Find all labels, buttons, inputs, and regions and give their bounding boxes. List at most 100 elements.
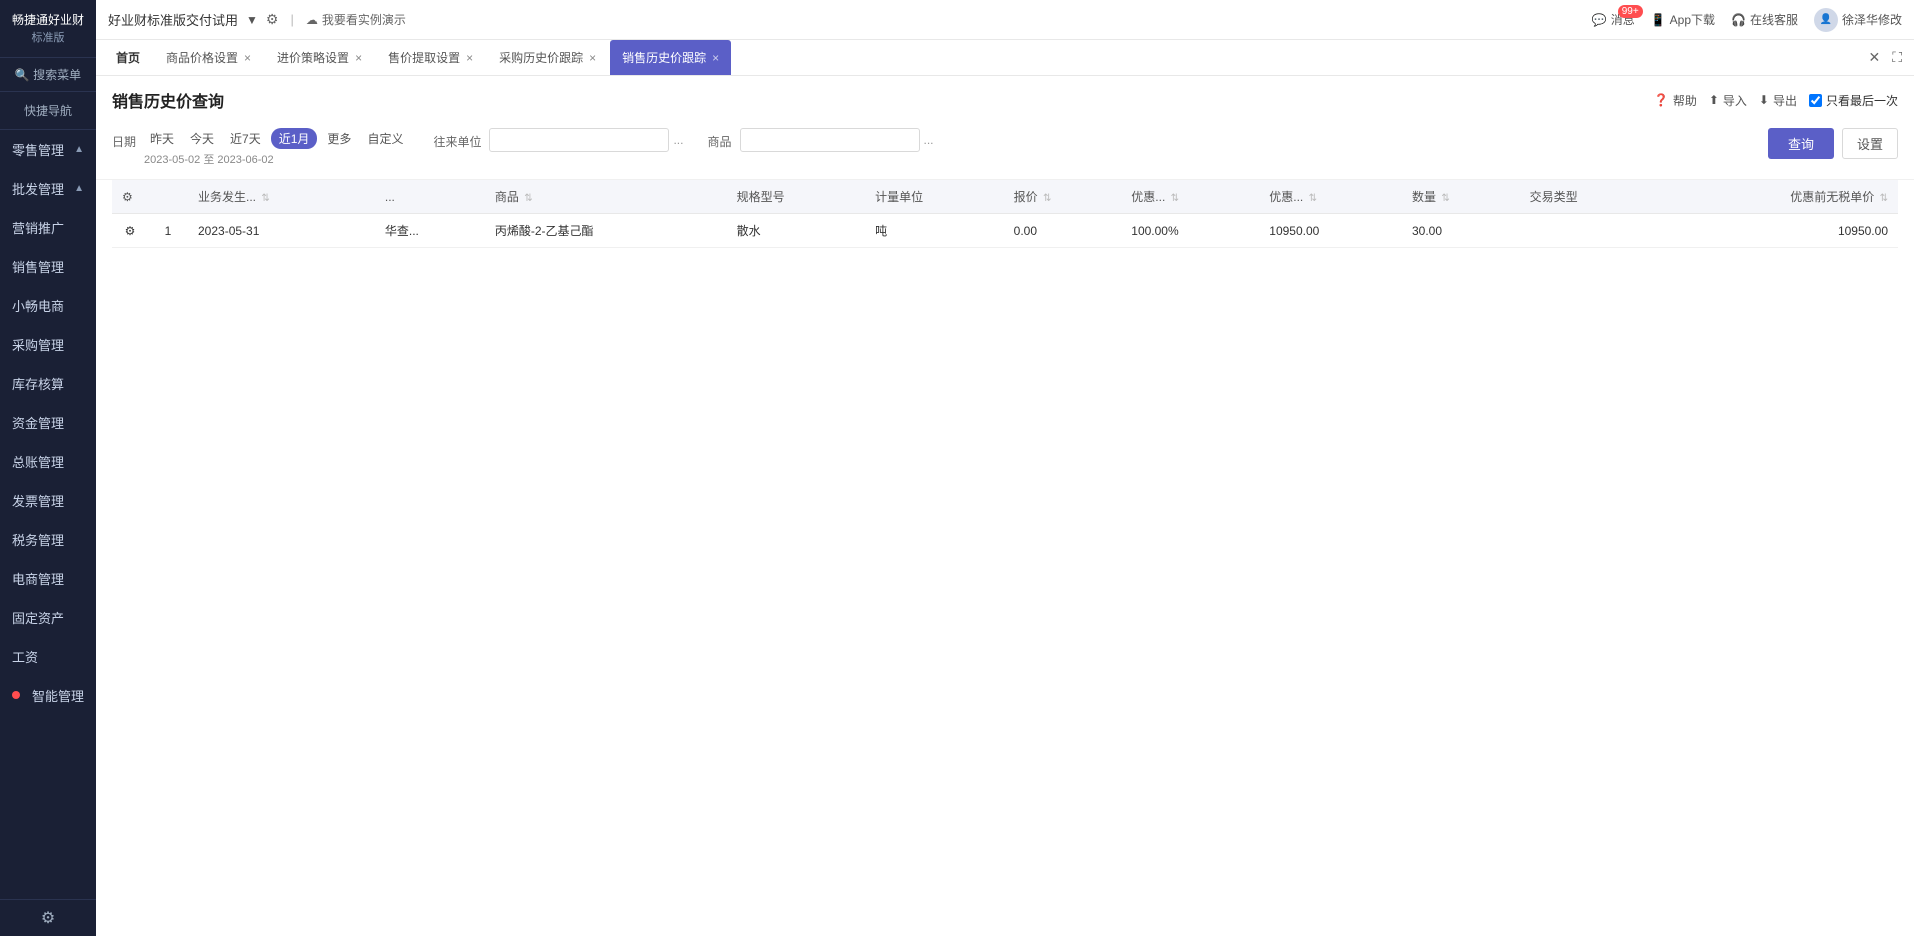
gear-icon[interactable]: ⚙ xyxy=(122,190,133,204)
sidebar-item-purchase[interactable]: 采购管理 xyxy=(0,325,96,364)
sort-icon: ⇅ xyxy=(261,193,269,204)
from-unit-more[interactable]: ... xyxy=(673,133,683,147)
sort-icon: ⇅ xyxy=(1309,193,1317,204)
row-index: 1 xyxy=(148,214,188,248)
table-container: ⚙ 业务发生... ⇅ ... 商品 ⇅ xyxy=(96,180,1914,248)
close-icon[interactable]: × xyxy=(355,51,362,65)
close-icon[interactable]: × xyxy=(466,51,473,65)
date-options: 昨天 今天 近7天 近1月 更多 自定义 2023-05-02 至 2023-0… xyxy=(144,128,409,167)
sidebar-item-tax[interactable]: 税务管理 xyxy=(0,520,96,559)
tab-sale-history[interactable]: 销售历史价跟踪 × xyxy=(610,40,731,76)
row-gear[interactable]: ⚙ xyxy=(112,214,148,248)
date-btn-yesterday[interactable]: 昨天 xyxy=(144,128,180,149)
message-action[interactable]: 💬 消息 99+ xyxy=(1592,11,1635,28)
close-icon[interactable]: × xyxy=(244,51,251,65)
col-price[interactable]: 报价 ⇅ xyxy=(1004,180,1122,214)
sidebar-search[interactable]: 🔍 搜索菜单 xyxy=(0,58,96,92)
sidebar-item-inventory[interactable]: 库存核算 xyxy=(0,364,96,403)
tabbar: 首页 商品价格设置 × 进价策略设置 × 售价提取设置 × 采购历史价跟踪 × … xyxy=(96,40,1914,76)
col-biz-date[interactable]: 业务发生... ⇅ xyxy=(188,180,375,214)
topbar-settings-icon[interactable]: ⚙ xyxy=(266,11,279,28)
app-download-label: App下载 xyxy=(1670,11,1715,28)
maximize-tab-btn[interactable]: ⛶ xyxy=(1888,45,1906,70)
row-trade-type xyxy=(1520,214,1659,248)
table-body: ⚙ 1 2023-05-31 华查... 丙烯酸-2-乙基己酯 散水 吨 0.0… xyxy=(112,214,1898,248)
page-actions: ❓ 帮助 ⬆ 导入 ⬇ 导出 只看最后一次 xyxy=(1654,92,1898,109)
col-pretax-price[interactable]: 优惠前无税单价 ⇅ xyxy=(1658,180,1898,214)
goods-label: 商品 xyxy=(707,128,731,156)
col-qty[interactable]: 数量 ⇅ xyxy=(1402,180,1520,214)
date-btn-today[interactable]: 今天 xyxy=(184,128,220,149)
help-label: 帮助 xyxy=(1673,92,1697,109)
last-only-checkbox[interactable] xyxy=(1809,94,1822,107)
tab-purchase-history[interactable]: 采购历史价跟踪 × xyxy=(487,40,608,76)
user-profile[interactable]: 👤 徐泽华修改 xyxy=(1814,8,1902,32)
from-unit-input[interactable] xyxy=(489,128,669,152)
page-header: 销售历史价查询 ❓ 帮助 ⬆ 导入 ⬇ 导出 只看最后一次 xyxy=(96,76,1914,120)
sort-icon: ⇅ xyxy=(1441,193,1449,204)
sidebar-item-smart[interactable]: 智能管理 xyxy=(0,676,96,715)
tab-home[interactable]: 首页 xyxy=(104,40,152,76)
module-dropdown[interactable]: ▼ xyxy=(246,13,258,27)
date-btn-more[interactable]: 更多 xyxy=(321,128,357,149)
col-discount1[interactable]: 优惠... ⇅ xyxy=(1121,180,1259,214)
close-icon[interactable]: × xyxy=(589,51,596,65)
sidebar-item-label: 智能管理 xyxy=(32,686,84,705)
goods-input[interactable] xyxy=(740,128,920,152)
close-tab-btn[interactable]: ✕ xyxy=(1864,45,1884,70)
date-btn-last7[interactable]: 近7天 xyxy=(224,128,267,149)
col-more[interactable]: ... xyxy=(375,180,485,214)
sidebar-item-ecommerce-small[interactable]: 小畅电商 xyxy=(0,286,96,325)
filter-actions: 查询 设置 xyxy=(1768,128,1898,159)
col-label: 优惠... xyxy=(1131,190,1165,204)
sidebar-item-salary[interactable]: 工资 xyxy=(0,637,96,676)
col-discount2[interactable]: 优惠... ⇅ xyxy=(1259,180,1402,214)
col-goods[interactable]: 商品 ⇅ xyxy=(485,180,727,214)
col-label: 计量单位 xyxy=(875,190,923,204)
col-gear: ⚙ xyxy=(112,180,148,214)
tab-price[interactable]: 商品价格设置 × xyxy=(154,40,263,76)
online-service-action[interactable]: 🎧 在线客服 xyxy=(1731,11,1798,28)
help-btn[interactable]: ❓ 帮助 xyxy=(1654,92,1697,109)
row-goods: 丙烯酸-2-乙基己酯 xyxy=(485,214,727,248)
sidebar-item-wholesale[interactable]: 批发管理 ▲ xyxy=(0,169,96,208)
sidebar-item-ecommerce[interactable]: 电商管理 xyxy=(0,559,96,598)
sidebar: 畅捷通好业财 标准版 🔍 搜索菜单 快捷导航 零售管理 ▲ 批发管理 ▲ 营销推… xyxy=(0,0,96,936)
date-btn-custom[interactable]: 自定义 xyxy=(361,128,409,149)
goods-more[interactable]: ... xyxy=(924,133,934,147)
tab-label: 商品价格设置 xyxy=(166,49,238,66)
sidebar-item-fixed-assets[interactable]: 固定资产 xyxy=(0,598,96,637)
import-icon: ⬆ xyxy=(1709,93,1719,107)
sidebar-item-sales[interactable]: 销售管理 xyxy=(0,247,96,286)
date-btn-last1m[interactable]: 近1月 xyxy=(271,128,318,149)
topbar: 好业财标准版交付试用 ▼ ⚙ | ☁ 我要看实例演示 💬 消息 99+ 📱 Ap… xyxy=(96,0,1914,40)
chevron-up-icon: ▲ xyxy=(74,183,84,194)
app-download-action[interactable]: 📱 App下载 xyxy=(1651,11,1715,28)
sidebar-item-retail[interactable]: 零售管理 ▲ xyxy=(0,130,96,169)
dot-icon xyxy=(12,691,20,699)
import-btn[interactable]: ⬆ 导入 xyxy=(1709,92,1747,109)
sidebar-item-finance[interactable]: 资金管理 xyxy=(0,403,96,442)
main-area: 好业财标准版交付试用 ▼ ⚙ | ☁ 我要看实例演示 💬 消息 99+ 📱 Ap… xyxy=(96,0,1914,936)
last-only-checkbox-group: 只看最后一次 xyxy=(1809,92,1898,109)
close-icon[interactable]: × xyxy=(712,51,719,65)
date-filter-group: 日期 昨天 今天 近7天 近1月 更多 自定义 2023-05-02 至 202… xyxy=(112,128,409,167)
row-pretax-price: 10950.00 xyxy=(1658,214,1898,248)
sidebar-item-label: 税务管理 xyxy=(12,530,64,549)
sidebar-item-invoice[interactable]: 发票管理 xyxy=(0,481,96,520)
tab-purchase-strategy[interactable]: 进价策略设置 × xyxy=(265,40,374,76)
export-btn[interactable]: ⬇ 导出 xyxy=(1759,92,1797,109)
from-unit-filter-group: 往来单位 ... xyxy=(433,128,683,156)
app-logo-sub: 标准版 xyxy=(8,29,88,45)
chevron-up-icon: ▲ xyxy=(74,144,84,155)
settings-button[interactable]: 设置 xyxy=(1842,128,1898,159)
sidebar-item-marketing[interactable]: 营销推广 xyxy=(0,208,96,247)
sidebar-item-accounting[interactable]: 总账管理 xyxy=(0,442,96,481)
col-label: 优惠前无税单价 xyxy=(1790,190,1874,204)
demo-link[interactable]: ☁ 我要看实例演示 xyxy=(306,11,406,28)
tab-sale-extract[interactable]: 售价提取设置 × xyxy=(376,40,485,76)
col-label: 优惠... xyxy=(1269,190,1303,204)
quick-nav-label[interactable]: 快捷导航 xyxy=(0,96,96,125)
query-button[interactable]: 查询 xyxy=(1768,128,1834,159)
gear-icon[interactable]: ⚙ xyxy=(41,908,55,928)
